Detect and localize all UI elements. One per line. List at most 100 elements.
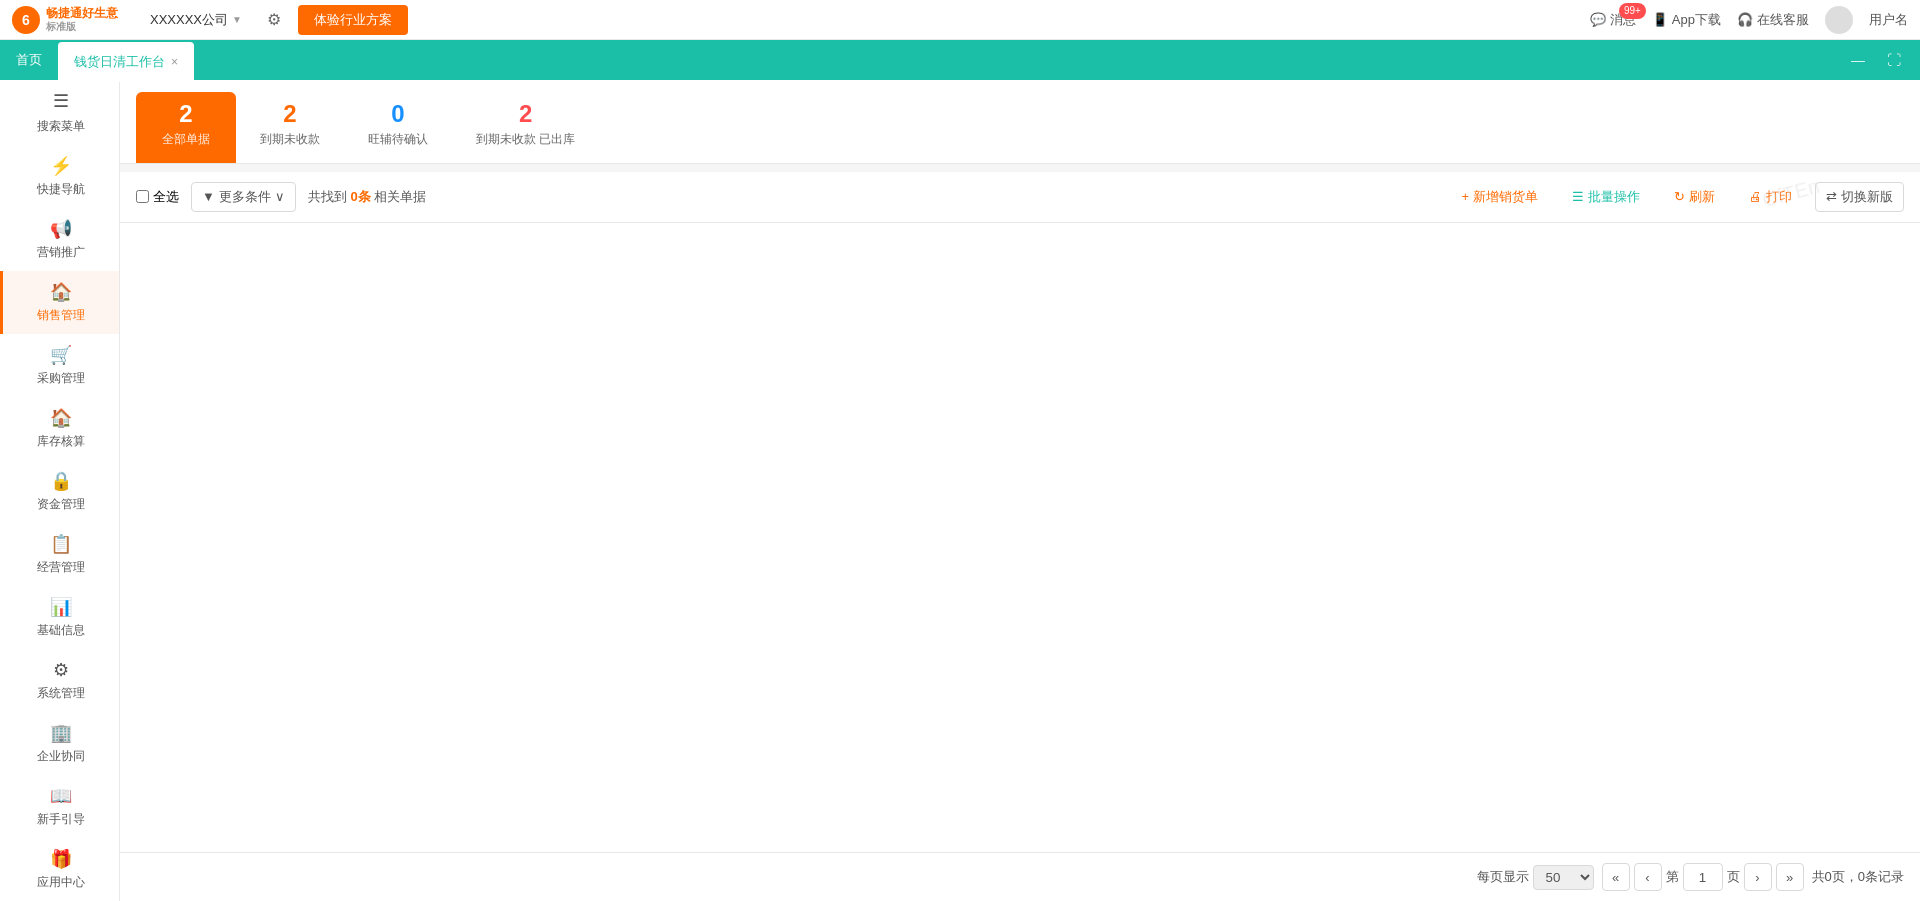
app-download-button[interactable]: 📱 App下载 [1652, 11, 1721, 29]
main-layout: ☰ 搜索菜单 ⚡ 快捷导航 📢 营销推广 🏠 销售管理 🛒 采购管理 🏠 库存核… [0, 80, 1920, 901]
stat-overdue-out-label: 到期未收款 已出库 [476, 131, 575, 148]
company-name: XXXXXX公司 [150, 11, 228, 29]
search-menu-icon: ☰ [53, 90, 69, 112]
add-icon: + [1461, 189, 1469, 204]
sidebar-item-label: 资金管理 [37, 496, 85, 513]
stat-all-number: 2 [179, 100, 192, 129]
operations-icon: 📋 [50, 533, 72, 555]
sidebar-item-sales[interactable]: 🏠 销售管理 [0, 271, 119, 334]
sidebar-item-label: 库存核算 [37, 433, 85, 450]
sidebar-item-label: 经营管理 [37, 559, 85, 576]
tab-minimize-button[interactable]: — [1844, 46, 1872, 74]
add-order-button[interactable]: + 新增销货单 [1450, 182, 1549, 212]
tab-work[interactable]: 钱货日清工作台 × [58, 42, 194, 82]
first-page-icon: « [1612, 870, 1619, 885]
page-size-selector: 每页显示 50 100 200 [1477, 865, 1594, 890]
print-btn-label: 打印 [1766, 188, 1792, 206]
quick-nav-icon: ⚡ [50, 155, 72, 177]
logo-text: 畅捷通好生意 标准版 [46, 6, 118, 32]
filter-chevron-icon: ∨ [275, 189, 285, 204]
refresh-btn-label: 刷新 [1689, 188, 1715, 206]
service-icon: 🎧 [1737, 12, 1753, 27]
tab-home[interactable]: 首页 [0, 40, 58, 80]
tab-bar: 首页 钱货日清工作台 × — ⛶ [0, 40, 1920, 80]
sidebar-item-label: 采购管理 [37, 370, 85, 387]
stat-overdue-out-number: 2 [519, 100, 532, 129]
stat-overdue-number: 2 [283, 100, 296, 129]
avatar[interactable] [1825, 6, 1853, 34]
top-header: 6 畅捷通好生意 标准版 XXXXXX公司 ▼ ⚙ 体验行业方案 💬 消息 99… [0, 0, 1920, 40]
sidebar-item-label: 销售管理 [37, 307, 85, 324]
select-all-input[interactable] [136, 190, 149, 203]
tab-work-label: 钱货日清工作台 [74, 53, 165, 71]
first-page-button[interactable]: « [1602, 863, 1630, 891]
stats-tabs: 2 全部单据 2 到期未收款 0 旺辅待确认 2 到期未收款 已出库 [120, 80, 1920, 164]
stat-tab-overdue[interactable]: 2 到期未收款 [236, 92, 344, 163]
stat-tab-pending[interactable]: 0 旺辅待确认 [344, 92, 452, 163]
sidebar-item-label: 新手引导 [37, 811, 85, 828]
prev-page-button[interactable]: ‹ [1634, 863, 1662, 891]
tab-close-icon[interactable]: × [171, 55, 178, 69]
base-info-icon: 📊 [50, 596, 72, 618]
stat-tab-overdue-out[interactable]: 2 到期未收款 已出库 [452, 92, 599, 163]
print-button[interactable]: 🖨 打印 [1738, 182, 1803, 212]
more-filter-label: 更多条件 [219, 188, 271, 206]
content-area: 2 全部单据 2 到期未收款 0 旺辅待确认 2 到期未收款 已出库 全选 [120, 80, 1920, 901]
batch-operation-button[interactable]: ☰ 批量操作 [1561, 182, 1651, 212]
refresh-icon: ↻ [1674, 189, 1685, 204]
message-button[interactable]: 💬 消息 99+ [1590, 11, 1636, 29]
sidebar-item-guide[interactable]: 📖 新手引导 [0, 775, 119, 838]
gear-icon: ⚙ [267, 10, 281, 29]
last-page-button[interactable]: » [1776, 863, 1804, 891]
sales-icon: 🏠 [50, 281, 72, 303]
more-filter-button[interactable]: ▼ 更多条件 ∨ [191, 182, 296, 212]
sidebar-item-base-info[interactable]: 📊 基础信息 [0, 586, 119, 649]
switch-version-button[interactable]: ⇄ 切换新版 [1815, 182, 1904, 212]
service-label: 在线客服 [1757, 11, 1809, 29]
sidebar-item-app-center[interactable]: 🎁 应用中心 [0, 838, 119, 901]
sidebar: ☰ 搜索菜单 ⚡ 快捷导航 📢 营销推广 🏠 销售管理 🛒 采购管理 🏠 库存核… [0, 80, 120, 901]
online-service-button[interactable]: 🎧 在线客服 [1737, 11, 1809, 29]
select-all-checkbox[interactable]: 全选 [136, 188, 179, 206]
sidebar-item-operations[interactable]: 📋 经营管理 [0, 523, 119, 586]
page-suffix: 页 [1727, 868, 1740, 886]
guide-icon: 📖 [50, 785, 72, 807]
sidebar-item-marketing[interactable]: 📢 营销推广 [0, 208, 119, 271]
next-page-icon: › [1755, 870, 1759, 885]
toolbar-right: + 新增销货单 ☰ 批量操作 ↻ 刷新 🖨 打印 ⇄ 切换新版 [1450, 182, 1904, 212]
enterprise-icon: 🏢 [50, 722, 72, 744]
page-label: 第 [1666, 868, 1679, 886]
stat-tab-all[interactable]: 2 全部单据 [136, 92, 236, 163]
page-number-input[interactable] [1683, 863, 1723, 891]
next-page-button[interactable]: › [1744, 863, 1772, 891]
settings-button[interactable]: ⚙ [260, 6, 288, 34]
username[interactable]: 用户名 [1869, 11, 1908, 29]
stat-all-label: 全部单据 [162, 131, 210, 148]
sidebar-item-inventory[interactable]: 🏠 库存核算 [0, 397, 119, 460]
tab-bar-actions: — ⛶ [1844, 46, 1920, 74]
tab-maximize-button[interactable]: ⛶ [1880, 46, 1908, 74]
sidebar-item-system[interactable]: ⚙ 系统管理 [0, 649, 119, 712]
per-page-label: 每页显示 [1477, 868, 1529, 886]
finance-icon: 🔒 [50, 470, 72, 492]
sidebar-item-label: 应用中心 [37, 874, 85, 891]
sidebar-item-quick-nav[interactable]: ⚡ 快捷导航 [0, 145, 119, 208]
page-size-select-input[interactable]: 50 100 200 [1533, 865, 1594, 890]
experience-button[interactable]: 体验行业方案 [298, 5, 408, 35]
sidebar-item-label: 快捷导航 [37, 181, 85, 198]
company-selector[interactable]: XXXXXX公司 ▼ [142, 7, 250, 33]
found-text: 共找到 0条 相关单据 [308, 188, 426, 206]
message-badge: 99+ [1619, 3, 1646, 19]
sidebar-item-label: 营销推广 [37, 244, 85, 261]
marketing-icon: 📢 [50, 218, 72, 240]
app-download-label: App下载 [1672, 11, 1721, 29]
add-btn-label: 新增销货单 [1473, 188, 1538, 206]
sidebar-item-purchase[interactable]: 🛒 采购管理 [0, 334, 119, 397]
sidebar-item-enterprise[interactable]: 🏢 企业协同 [0, 712, 119, 775]
stat-pending-label: 旺辅待确认 [368, 131, 428, 148]
sidebar-item-search-menu[interactable]: ☰ 搜索菜单 [0, 80, 119, 145]
refresh-button[interactable]: ↻ 刷新 [1663, 182, 1726, 212]
sidebar-item-finance[interactable]: 🔒 资金管理 [0, 460, 119, 523]
page-nav: « ‹ 第 页 › » [1602, 863, 1804, 891]
switch-btn-label: 切换新版 [1841, 188, 1893, 206]
